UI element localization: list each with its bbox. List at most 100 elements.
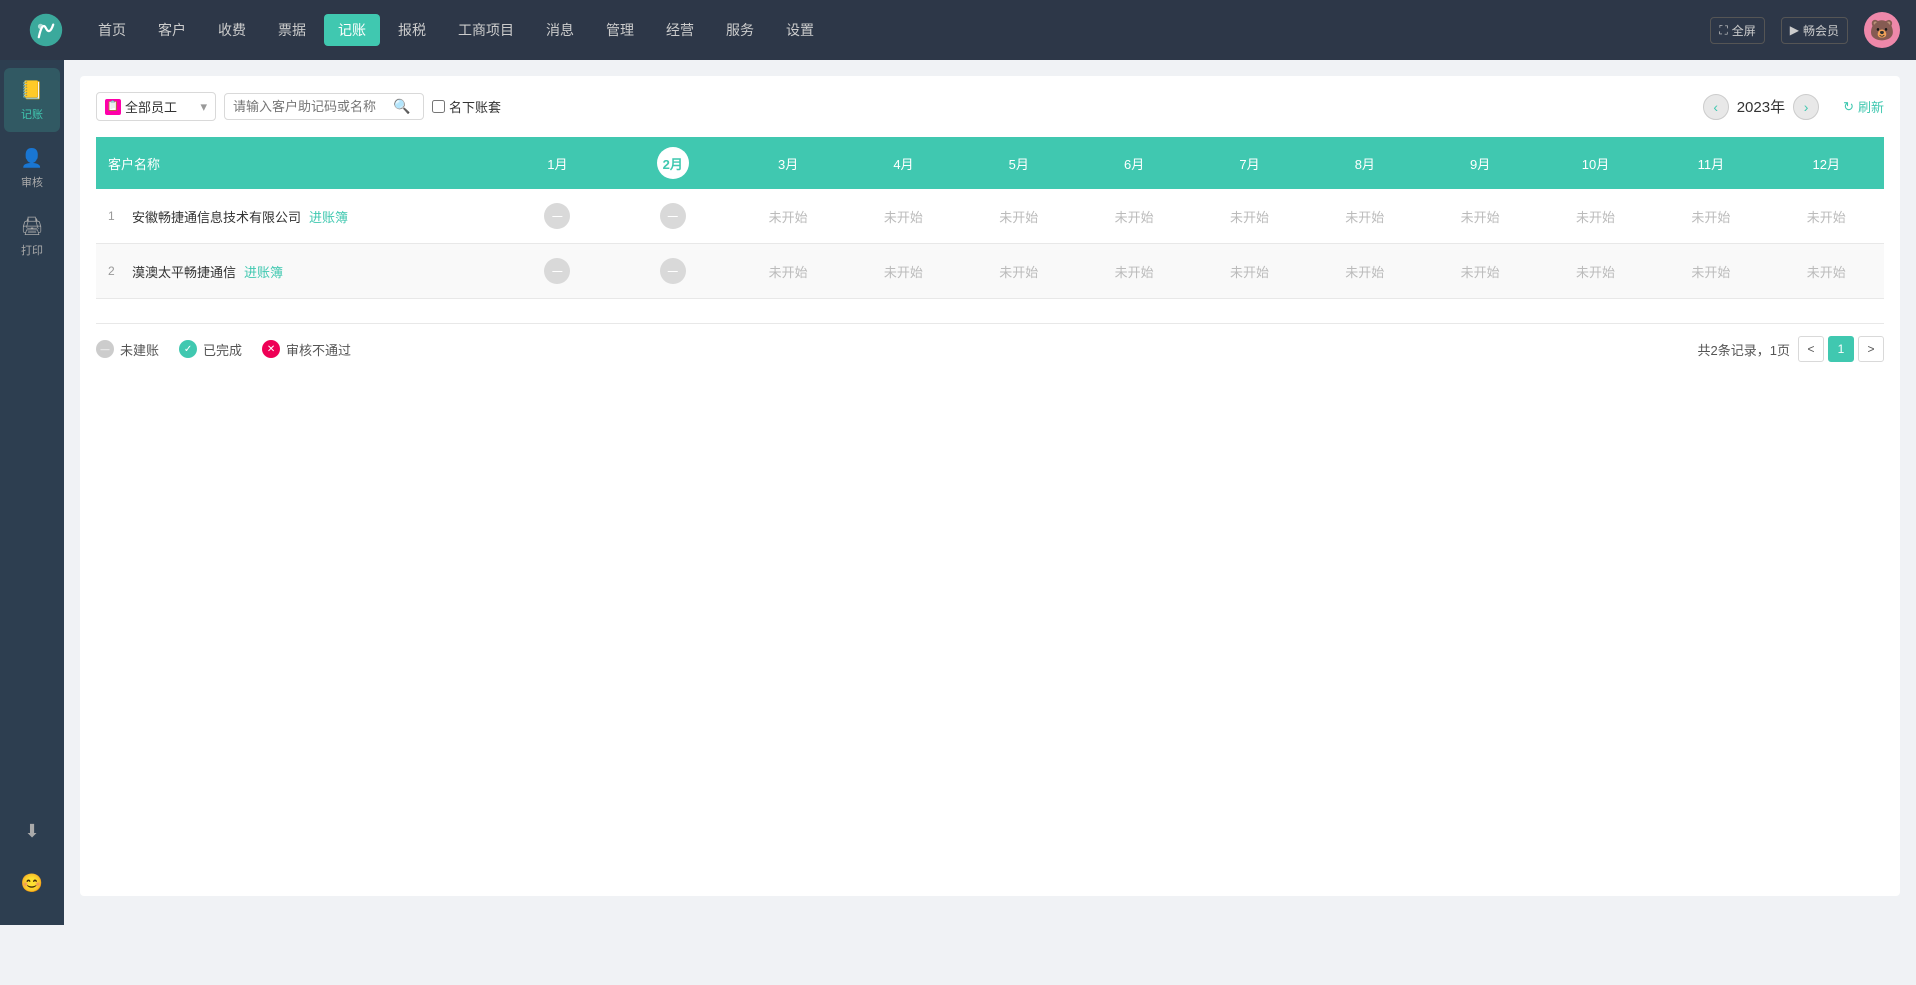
enter-link-1[interactable]: 进账簿 bbox=[309, 207, 348, 226]
employee-select[interactable]: 📋 全部员工 ▾ bbox=[96, 92, 216, 121]
not-started: 未开始 bbox=[884, 265, 923, 280]
nav-message[interactable]: 消息 bbox=[532, 14, 588, 46]
content-card: 📋 全部员工 ▾ 🔍 名下账套 ‹ 2023年 › ↻ 刷新 bbox=[80, 76, 1900, 896]
row1-jul: 未开始 bbox=[1192, 189, 1307, 244]
row2-jul: 未开始 bbox=[1192, 244, 1307, 299]
sidebar-item-print[interactable]: 🖨 打印 bbox=[4, 204, 60, 268]
sidebar-support[interactable]: 😊 bbox=[4, 861, 60, 905]
col-jul: 7月 bbox=[1192, 137, 1307, 189]
not-started: 未开始 bbox=[769, 210, 808, 225]
print-icon: 🖨 bbox=[20, 214, 44, 238]
pagination: 共2条记录，1页 < 1 > bbox=[1698, 336, 1884, 362]
top-navigation: 首页 客户 收费 票据 记账 报税 工商项目 消息 管理 经营 服务 设置 ⛶ … bbox=[0, 0, 1916, 60]
nav-customer[interactable]: 客户 bbox=[144, 14, 200, 46]
prev-page-button[interactable]: < bbox=[1798, 336, 1824, 362]
nav-setting[interactable]: 设置 bbox=[772, 14, 828, 46]
customer-name-1: 安徽畅捷通信息技术有限公司 bbox=[132, 207, 301, 226]
table-footer: — 未建账 ✓ 已完成 ✕ 审核不通过 共2条记录，1页 < 1 bbox=[96, 323, 1884, 362]
sidebar-download[interactable]: ⬇ bbox=[4, 809, 60, 853]
nav-operation[interactable]: 经营 bbox=[652, 14, 708, 46]
year-display: 2023年 bbox=[1737, 96, 1785, 117]
sidebar-print-label: 打印 bbox=[21, 242, 43, 258]
toolbar: 📋 全部员工 ▾ 🔍 名下账套 ‹ 2023年 › ↻ 刷新 bbox=[96, 92, 1884, 121]
search-input-wrap: 🔍 bbox=[224, 93, 424, 120]
row1-jun: 未开始 bbox=[1076, 189, 1191, 244]
row2-oct: 未开始 bbox=[1538, 244, 1653, 299]
nav-manage[interactable]: 管理 bbox=[592, 14, 648, 46]
dash-icon bbox=[544, 203, 570, 229]
dash-icon bbox=[660, 258, 686, 284]
legend-not-built: — 未建账 bbox=[96, 340, 159, 359]
not-started: 未开始 bbox=[1807, 265, 1846, 280]
table-header: 客户名称 1月 2月 3月 4月 5月 6月 7月 8月 9月 10月 11月 bbox=[96, 137, 1884, 189]
fullscreen-button[interactable]: ⛶ 全屏 bbox=[1710, 17, 1764, 44]
logo[interactable] bbox=[16, 12, 76, 48]
row1-oct: 未开始 bbox=[1538, 189, 1653, 244]
not-started: 未开始 bbox=[1461, 210, 1500, 225]
dash-icon bbox=[544, 258, 570, 284]
row1-nov: 未开始 bbox=[1653, 189, 1768, 244]
logo-icon bbox=[28, 12, 64, 48]
next-year-button[interactable]: › bbox=[1793, 94, 1819, 120]
account-table: 客户名称 1月 2月 3月 4月 5月 6月 7月 8月 9月 10月 11月 bbox=[96, 137, 1884, 299]
nav-invoice[interactable]: 票据 bbox=[264, 14, 320, 46]
row1-may: 未开始 bbox=[961, 189, 1076, 244]
col-sep: 9月 bbox=[1422, 137, 1537, 189]
sidebar-account-label: 记账 bbox=[21, 106, 43, 122]
search-input[interactable] bbox=[233, 99, 393, 114]
col-aug: 8月 bbox=[1307, 137, 1422, 189]
not-started: 未开始 bbox=[1576, 210, 1615, 225]
legend: — 未建账 ✓ 已完成 ✕ 审核不通过 bbox=[96, 340, 351, 359]
avatar[interactable]: 🐻 bbox=[1864, 12, 1900, 48]
vip-button[interactable]: ▶ 畅会员 bbox=[1781, 17, 1848, 44]
prev-year-button[interactable]: ‹ bbox=[1703, 94, 1729, 120]
row2-sep: 未开始 bbox=[1422, 244, 1537, 299]
not-started: 未开始 bbox=[1691, 210, 1730, 225]
account-icon: 📒 bbox=[20, 78, 44, 102]
vip-label: 畅会员 bbox=[1803, 22, 1839, 39]
row1-feb bbox=[615, 189, 730, 244]
enter-link-2[interactable]: 进账簿 bbox=[244, 262, 283, 281]
nav-business[interactable]: 工商项目 bbox=[444, 14, 528, 46]
audit-icon: 👤 bbox=[20, 146, 44, 170]
row2-dec: 未开始 bbox=[1769, 244, 1884, 299]
row1-jan bbox=[500, 189, 615, 244]
col-mar: 3月 bbox=[730, 137, 845, 189]
row2-jan bbox=[500, 244, 615, 299]
nav-home[interactable]: 首页 bbox=[84, 14, 140, 46]
col-feb: 2月 bbox=[615, 137, 730, 189]
refresh-button[interactable]: ↻ 刷新 bbox=[1843, 97, 1884, 116]
employee-select-label: 全部员工 bbox=[125, 97, 177, 116]
customer-name-2: 漠澳太平畅捷通信 bbox=[132, 262, 236, 281]
checkbox-wrap[interactable]: 名下账套 bbox=[432, 97, 501, 116]
row-num-1: 1 bbox=[108, 209, 124, 223]
sidebar-item-account[interactable]: 📒 记账 bbox=[4, 68, 60, 132]
legend-gray-icon: — bbox=[96, 340, 114, 358]
legend-rejected: ✕ 审核不通过 bbox=[262, 340, 351, 359]
page-1-button[interactable]: 1 bbox=[1828, 336, 1854, 362]
nav-fee[interactable]: 收费 bbox=[204, 14, 260, 46]
legend-not-built-label: 未建账 bbox=[120, 340, 159, 359]
not-started: 未开始 bbox=[1576, 265, 1615, 280]
sidebar-audit-label: 审核 bbox=[21, 174, 43, 190]
nav-account[interactable]: 记账 bbox=[324, 14, 380, 46]
my-accounts-checkbox[interactable] bbox=[432, 100, 445, 113]
customer-cell-1: 1 安徽畅捷通信息技术有限公司 进账簿 bbox=[96, 189, 500, 244]
vip-icon: ▶ bbox=[1790, 23, 1799, 37]
row2-nov: 未开始 bbox=[1653, 244, 1768, 299]
search-button[interactable]: 🔍 bbox=[393, 98, 410, 115]
not-started: 未开始 bbox=[1230, 210, 1269, 225]
legend-completed: ✓ 已完成 bbox=[179, 340, 242, 359]
col-may: 5月 bbox=[961, 137, 1076, 189]
customer-cell-2: 2 漠澳太平畅捷通信 进账簿 bbox=[96, 244, 500, 299]
not-started: 未开始 bbox=[884, 210, 923, 225]
nav-tax[interactable]: 报税 bbox=[384, 14, 440, 46]
sidebar: 📒 记账 👤 审核 🖨 打印 ⬇ 😊 bbox=[0, 60, 64, 925]
refresh-label: 刷新 bbox=[1858, 97, 1884, 116]
row2-aug: 未开始 bbox=[1307, 244, 1422, 299]
not-started: 未开始 bbox=[1461, 265, 1500, 280]
row2-jun: 未开始 bbox=[1076, 244, 1191, 299]
next-page-button[interactable]: > bbox=[1858, 336, 1884, 362]
nav-service[interactable]: 服务 bbox=[712, 14, 768, 46]
sidebar-item-audit[interactable]: 👤 审核 bbox=[4, 136, 60, 200]
